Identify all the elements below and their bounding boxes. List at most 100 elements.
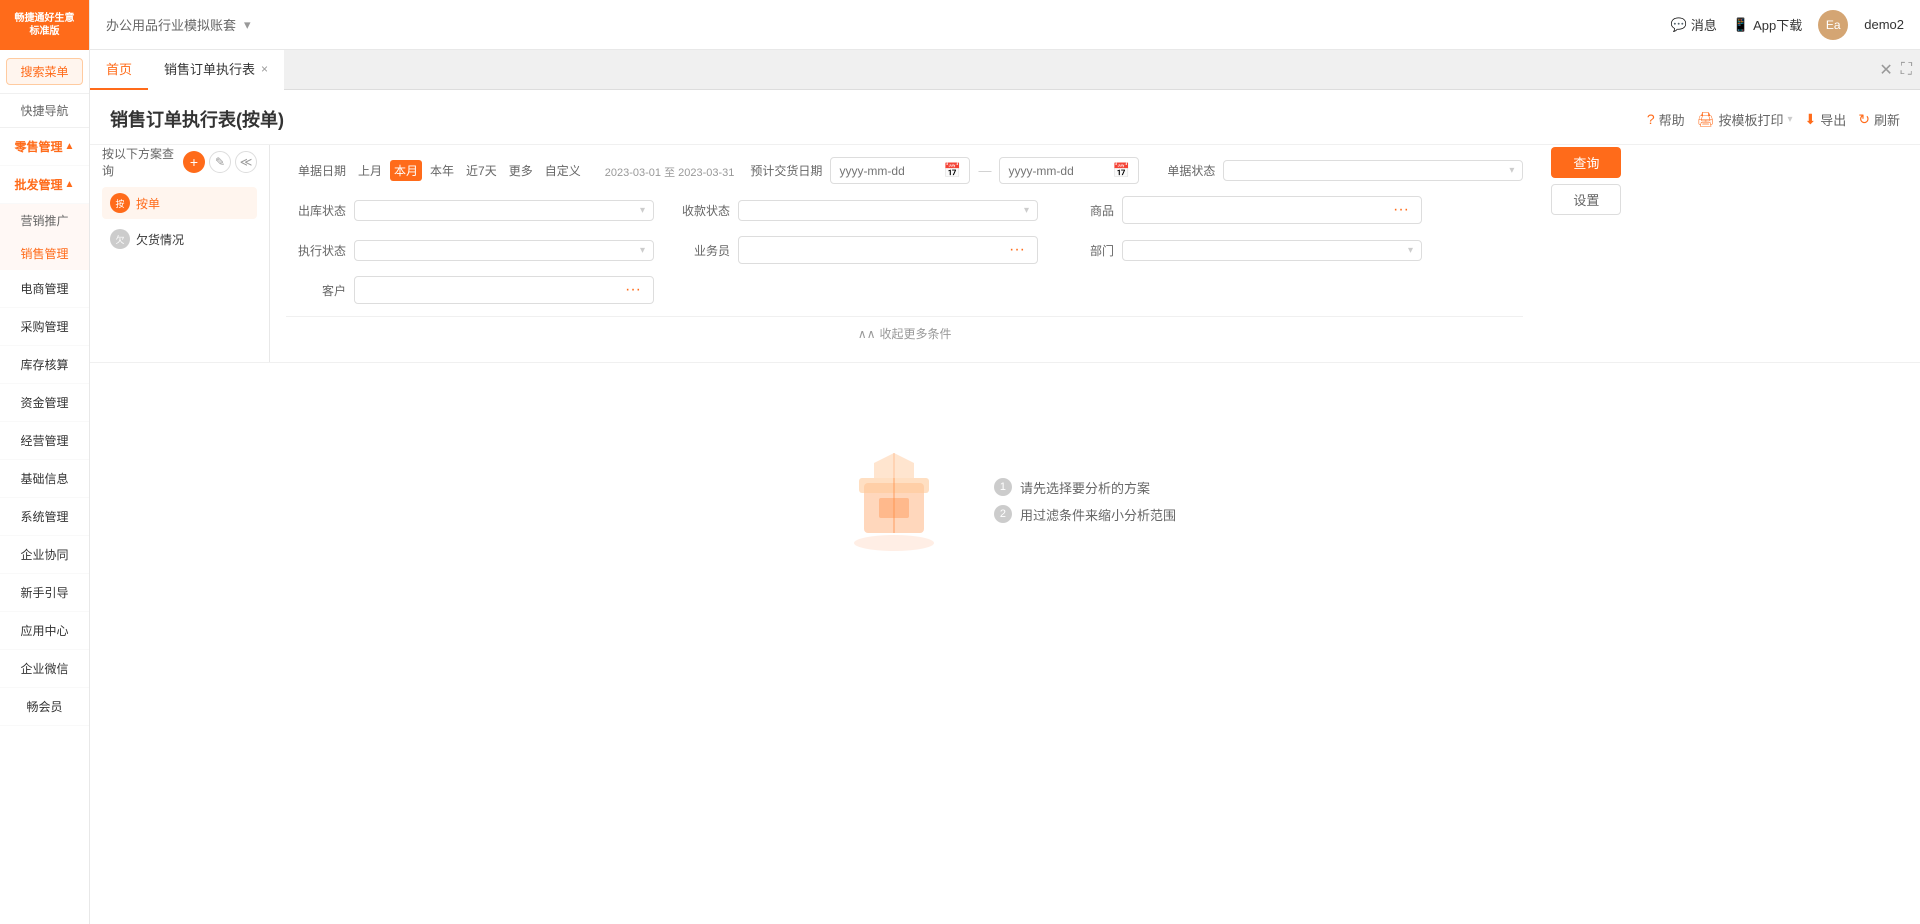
salesperson-dots-icon[interactable]: ··· <box>1005 241 1029 259</box>
app-download-action[interactable]: 📱 App下载 <box>1733 15 1802 34</box>
sidebar-item-retail-label: 零售管理 <box>15 138 63 155</box>
goods-select[interactable]: ··· <box>1122 196 1422 224</box>
main-content: 办公用品行业模拟账套 ▾ 💬 消息 📱 App下载 Ea demo2 首页 销售… <box>90 0 1920 924</box>
date-tab-more[interactable]: 更多 <box>505 160 537 181</box>
date-tab-this-year[interactable]: 本年 <box>426 160 458 181</box>
sidebar-item-member[interactable]: 畅会员 <box>0 688 89 726</box>
date-label: 单据日期 <box>286 162 346 179</box>
search-button[interactable]: 查询 <box>1551 147 1621 178</box>
sidebar-item-apps[interactable]: 应用中心 <box>0 612 89 650</box>
topbar-left: 办公用品行业模拟账套 ▾ <box>106 15 251 34</box>
help-action[interactable]: ? 帮助 <box>1647 110 1685 129</box>
filter-group-expected-delivery: 预计交货日期 📅 — 📅 <box>750 157 1139 184</box>
expected-delivery-start-field[interactable] <box>839 164 939 178</box>
message-action[interactable]: 💬 消息 <box>1671 15 1717 34</box>
collapse-bar[interactable]: ∧∧ 收起更多条件 <box>286 316 1523 350</box>
sidebar-item-wholesale[interactable]: 批发管理 ▲ <box>0 166 89 204</box>
date-tab-this-month[interactable]: 本月 <box>390 160 422 181</box>
filter-row-3: 执行状态 ▾ 业务员 ··· <box>286 236 1523 264</box>
execution-arrow-icon: ▾ <box>640 245 645 256</box>
sidebar-item-ecommerce-label: 电商管理 <box>20 282 68 296</box>
tabbar: 首页 销售订单执行表 × ✕ ⛶ <box>90 50 1920 90</box>
tab-sales-order[interactable]: 销售订单执行表 × <box>148 50 284 90</box>
sidebar-item-inventory[interactable]: 库存核算 <box>0 346 89 384</box>
filter-item-by-order-icon: 按 <box>110 193 130 213</box>
sidebar-item-retail[interactable]: 零售管理 ▲ <box>0 128 89 166</box>
sidebar-item-ecommerce[interactable]: 电商管理 <box>0 270 89 308</box>
print-dropdown-icon[interactable]: ▾ <box>1787 114 1792 125</box>
sidebar-item-ops[interactable]: 经营管理 <box>0 422 89 460</box>
print-action[interactable]: 🖨 按模板打印 ▾ <box>1697 110 1793 129</box>
order-status-select[interactable]: ▾ <box>1223 160 1523 181</box>
sidebar-item-wechat[interactable]: 企业微信 <box>0 650 89 688</box>
filter-actions-col: 查询 设置 <box>1539 145 1633 362</box>
sidebar-item-marketing[interactable]: 营销推广 <box>0 204 89 237</box>
shipment-status-select[interactable]: ▾ <box>354 200 654 221</box>
tab-maximize-icon[interactable]: ⛶ <box>1901 61 1912 79</box>
empty-text: 1 请先选择要分析的方案 2 用过滤条件来缩小分析范围 <box>994 478 1176 532</box>
date-tab-last-month[interactable]: 上月 <box>354 160 386 181</box>
sidebar-quick-nav[interactable]: 快捷导航 <box>0 94 89 128</box>
page-header-actions: ? 帮助 🖨 按模板打印 ▾ ⬇ 导出 ↻ 刷新 <box>1647 110 1900 129</box>
topbar-right: 💬 消息 📱 App下载 Ea demo2 <box>1671 10 1904 40</box>
empty-step-1: 1 请先选择要分析的方案 <box>994 478 1176 497</box>
payment-status-select[interactable]: ▾ <box>738 200 1038 221</box>
execution-status-select[interactable]: ▾ <box>354 240 654 261</box>
topbar-dropdown-icon[interactable]: ▾ <box>244 17 251 33</box>
user-avatar[interactable]: Ea <box>1818 10 1848 40</box>
print-icon: 🖨 <box>1697 111 1715 128</box>
sidebar-item-newuser[interactable]: 新手引导 <box>0 574 89 612</box>
filter-item-by-order[interactable]: 按 按单 <box>102 187 257 219</box>
sidebar-item-sales[interactable]: 销售管理 <box>0 237 89 270</box>
expected-delivery-end-input[interactable]: 📅 <box>999 157 1139 184</box>
date-tab-custom[interactable]: 自定义 <box>541 160 585 181</box>
step-1-number: 1 <box>994 478 1012 496</box>
refresh-icon: ↻ <box>1858 111 1870 128</box>
filter-section: 按以下方案查询 + ✎ ≪ 按 按单 欠 <box>90 145 1920 363</box>
topbar: 办公用品行业模拟账套 ▾ 💬 消息 📱 App下载 Ea demo2 <box>90 0 1920 50</box>
date-range-text: 2023-03-01 至 2023-03-31 <box>605 164 735 180</box>
refresh-action[interactable]: ↻ 刷新 <box>1858 110 1900 129</box>
customer-dots-icon[interactable]: ··· <box>621 281 645 299</box>
calendar-start-icon: 📅 <box>943 162 960 179</box>
tab-close-icon[interactable]: × <box>261 62 268 76</box>
execution-label: 执行状态 <box>286 242 346 259</box>
filter-item-by-debt-label: 欠货情况 <box>136 231 184 248</box>
filter-add-button[interactable]: + <box>183 151 205 173</box>
filter-item-by-order-label: 按单 <box>136 195 160 212</box>
settings-button[interactable]: 设置 <box>1551 184 1621 215</box>
expected-delivery-start-input[interactable]: 📅 <box>830 157 970 184</box>
filter-group-department: 部门 ▾ <box>1054 240 1422 261</box>
filter-item-by-debt-icon: 欠 <box>110 229 130 249</box>
topbar-title: 办公用品行业模拟账套 <box>106 15 236 34</box>
customer-select[interactable]: ··· <box>354 276 654 304</box>
filter-group-goods: 商品 ··· <box>1054 196 1422 224</box>
export-action[interactable]: ⬇ 导出 <box>1805 110 1847 129</box>
sidebar-item-system[interactable]: 系统管理 <box>0 498 89 536</box>
sidebar-item-basic[interactable]: 基础信息 <box>0 460 89 498</box>
filter-item-by-debt[interactable]: 欠 欠货情况 <box>102 223 257 255</box>
expected-delivery-end-field[interactable] <box>1008 164 1108 178</box>
tab-home[interactable]: 首页 <box>90 50 148 90</box>
sidebar-search-section: 搜索菜单 <box>0 50 89 94</box>
sidebar-item-enterprise[interactable]: 企业协同 <box>0 536 89 574</box>
sidebar: 畅捷通好生意 标准版 搜索菜单 快捷导航 零售管理 ▲ 批发管理 ▲ 营销推广 … <box>0 0 90 924</box>
filter-item-by-order-icon-text: 按 <box>115 197 124 210</box>
date-tab-last-7[interactable]: 近7天 <box>462 160 501 181</box>
sidebar-item-basic-label: 基础信息 <box>20 472 68 486</box>
sidebar-item-finance-label: 资金管理 <box>20 396 68 410</box>
sidebar-item-marketing-label: 营销推广 <box>20 214 68 228</box>
sidebar-logo: 畅捷通好生意 标准版 <box>0 0 89 50</box>
filter-collapse-button[interactable]: ≪ <box>235 151 257 173</box>
logo-text: 畅捷通好生意 <box>15 12 75 25</box>
avatar-text: Ea <box>1826 18 1841 32</box>
filter-edit-button[interactable]: ✎ <box>209 151 231 173</box>
goods-dots-icon[interactable]: ··· <box>1389 201 1413 219</box>
search-menu-button[interactable]: 搜索菜单 <box>6 58 83 85</box>
tab-close-window-icon[interactable]: ✕ <box>1879 60 1892 80</box>
sidebar-item-finance[interactable]: 资金管理 <box>0 384 89 422</box>
filter-item-by-debt-icon-text: 欠 <box>115 233 124 246</box>
department-select[interactable]: ▾ <box>1122 240 1422 261</box>
salesperson-select[interactable]: ··· <box>738 236 1038 264</box>
sidebar-item-purchase[interactable]: 采购管理 <box>0 308 89 346</box>
